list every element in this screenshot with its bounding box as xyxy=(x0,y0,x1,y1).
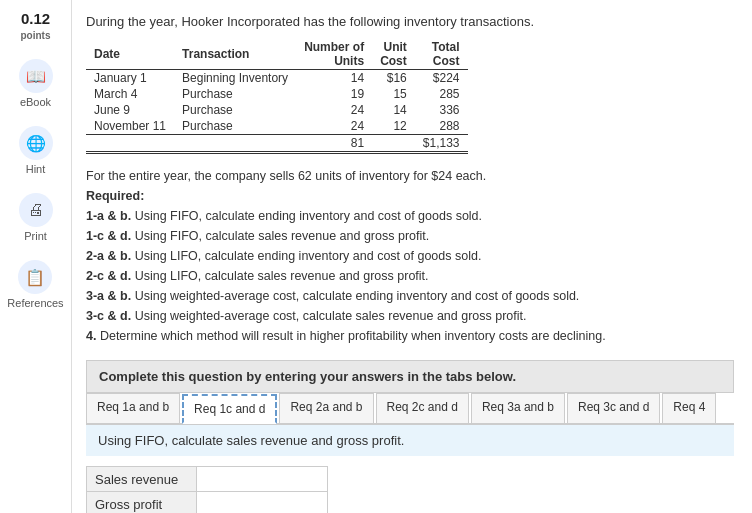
transaction-cell: Purchase xyxy=(174,86,296,102)
references-icon: 📋 xyxy=(18,260,52,294)
sidebar-item-print[interactable]: 🖨 Print xyxy=(19,193,53,242)
col-unit-cost: UnitCost xyxy=(372,39,415,70)
print-icon: 🖨 xyxy=(19,193,53,227)
total-units: 81 xyxy=(296,135,372,153)
sidebar-item-hint[interactable]: 🌐 Hint xyxy=(19,126,53,175)
col-transaction: Transaction xyxy=(174,39,296,70)
hint-icon: 🌐 xyxy=(19,126,53,160)
unit-cost-cell: 15 xyxy=(372,86,415,102)
total-cost: $1,133 xyxy=(415,135,468,153)
tabs-row: Req 1a and b Req 1c and d Req 2a and b R… xyxy=(86,393,734,425)
units-cell: 14 xyxy=(296,70,372,87)
instruction-2cd: 2-c & d. Using LIFO, calculate sales rev… xyxy=(86,266,734,286)
table-row: March 4 Purchase 19 15 285 xyxy=(86,86,468,102)
instruction-4: 4. Determine which method will result in… xyxy=(86,326,734,346)
col-total-cost: TotalCost xyxy=(415,39,468,70)
inventory-table: Date Transaction Number ofUnits UnitCost… xyxy=(86,39,468,154)
points-value: 0.12 xyxy=(21,10,50,27)
unit-cost-cell: 14 xyxy=(372,102,415,118)
instruction-3cd: 3-c & d. Using weighted-average cost, ca… xyxy=(86,306,734,326)
units-cell: 19 xyxy=(296,86,372,102)
hint-label: Hint xyxy=(26,163,46,175)
gross-profit-input[interactable] xyxy=(197,492,327,513)
total-cost-cell: 288 xyxy=(415,118,468,135)
instruction-2ab: 2-a & b. Using LIFO, calculate ending in… xyxy=(86,246,734,266)
total-cost-cell: $224 xyxy=(415,70,468,87)
table-row: November 11 Purchase 24 12 288 xyxy=(86,118,468,135)
tab-req-1a-b[interactable]: Req 1a and b xyxy=(86,393,180,423)
instruction-intro: For the entire year, the company sells 6… xyxy=(86,166,734,186)
date-cell: June 9 xyxy=(86,102,174,118)
tab-req-3a-b[interactable]: Req 3a and b xyxy=(471,393,565,423)
unit-cost-cell: $16 xyxy=(372,70,415,87)
date-cell: March 4 xyxy=(86,86,174,102)
print-label: Print xyxy=(24,230,47,242)
intro-text: During the year, Hooker Incorporated has… xyxy=(86,14,734,29)
points-display: 0.12 points xyxy=(21,10,51,41)
total-row: 81 $1,133 xyxy=(86,135,468,153)
unit-cost-cell: 12 xyxy=(372,118,415,135)
units-cell: 24 xyxy=(296,118,372,135)
table-row: June 9 Purchase 24 14 336 xyxy=(86,102,468,118)
col-date: Date xyxy=(86,39,174,70)
sidebar-item-ebook[interactable]: 📖 eBook xyxy=(19,59,53,108)
complete-text: Complete this question by entering your … xyxy=(99,369,516,384)
gross-profit-input-cell[interactable] xyxy=(197,492,328,514)
sales-revenue-input-cell[interactable] xyxy=(197,467,328,492)
required-label: Required: xyxy=(86,189,144,203)
date-cell: January 1 xyxy=(86,70,174,87)
gross-profit-row: Gross profit xyxy=(87,492,328,514)
sales-revenue-row: Sales revenue xyxy=(87,467,328,492)
sidebar-item-references[interactable]: 📋 References xyxy=(7,260,63,309)
ebook-icon: 📖 xyxy=(19,59,53,93)
instruction-1ab: 1-a & b. Using FIFO, calculate ending in… xyxy=(86,206,734,226)
sales-revenue-input[interactable] xyxy=(197,467,327,491)
main-content: During the year, Hooker Incorporated has… xyxy=(72,0,752,513)
input-table: Sales revenue Gross profit xyxy=(86,466,328,513)
transaction-cell: Beginning Inventory xyxy=(174,70,296,87)
sub-section: Using FIFO, calculate sales revenue and … xyxy=(86,425,734,456)
table-row: January 1 Beginning Inventory 14 $16 $22… xyxy=(86,70,468,87)
tab-req-4[interactable]: Req 4 xyxy=(662,393,716,423)
instruction-1cd: 1-c & d. Using FIFO, calculate sales rev… xyxy=(86,226,734,246)
instruction-3ab: 3-a & b. Using weighted-average cost, ca… xyxy=(86,286,734,306)
instructions: For the entire year, the company sells 6… xyxy=(86,166,734,346)
tab-req-1c-d[interactable]: Req 1c and d xyxy=(182,394,277,424)
transaction-cell: Purchase xyxy=(174,102,296,118)
tab-req-3c-d[interactable]: Req 3c and d xyxy=(567,393,660,423)
gross-profit-label: Gross profit xyxy=(87,492,197,514)
ebook-label: eBook xyxy=(20,96,51,108)
transaction-cell: Purchase xyxy=(174,118,296,135)
sales-revenue-label: Sales revenue xyxy=(87,467,197,492)
tab-req-2a-b[interactable]: Req 2a and b xyxy=(279,393,373,423)
complete-box: Complete this question by entering your … xyxy=(86,360,734,393)
tab-req-2c-d[interactable]: Req 2c and d xyxy=(376,393,469,423)
sub-section-text: Using FIFO, calculate sales revenue and … xyxy=(98,433,404,448)
date-cell: November 11 xyxy=(86,118,174,135)
units-cell: 24 xyxy=(296,102,372,118)
total-cost-cell: 336 xyxy=(415,102,468,118)
col-units: Number ofUnits xyxy=(296,39,372,70)
sidebar: 0.12 points 📖 eBook 🌐 Hint 🖨 Print 📋 Ref… xyxy=(0,0,72,513)
references-label: References xyxy=(7,297,63,309)
total-cost-cell: 285 xyxy=(415,86,468,102)
points-label: points xyxy=(21,30,51,41)
